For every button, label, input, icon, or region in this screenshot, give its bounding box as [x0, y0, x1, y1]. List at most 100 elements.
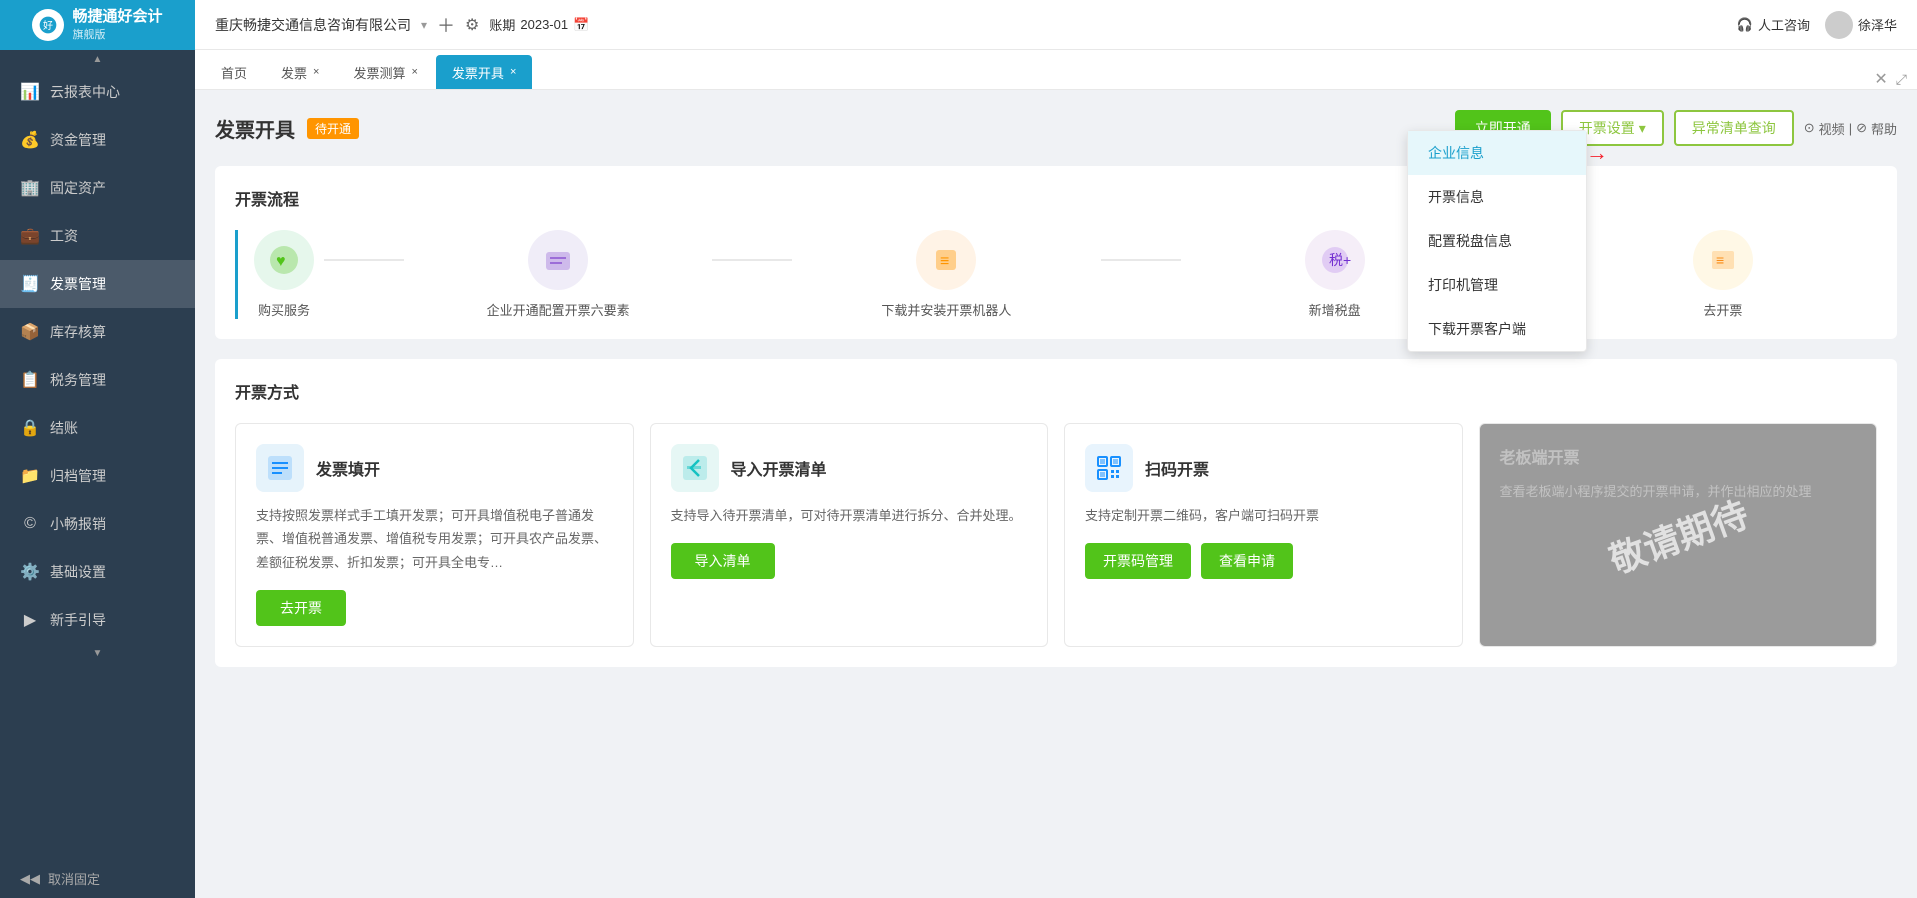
flow-label-3: 新增税盘	[1309, 300, 1361, 319]
header-right: 🎧 人工咨询 徐泽华	[1737, 11, 1917, 39]
period-label: 账期 2023-01 📅	[489, 15, 589, 34]
sidebar-item-xinshouyindao[interactable]: ▶ 新手引导	[0, 596, 195, 644]
sidebar-unpin-button[interactable]: ◀◀ 取消固定	[0, 859, 195, 898]
methods-section: 开票方式 发票填开 支持按照发票样式手工填开发票；可开具增值税电子普通发票、增值…	[215, 359, 1897, 667]
sidebar-item-zijin[interactable]: 💰 资金管理	[0, 116, 195, 164]
method-header-import: 导入开票清单	[671, 444, 1028, 492]
chevron-down-icon: ▾	[1639, 120, 1646, 137]
methods-section-title: 开票方式	[235, 379, 1877, 403]
sidebar-item-jichushezhi[interactable]: ⚙️ 基础设置	[0, 548, 195, 596]
tab-fapiao[interactable]: 发票 ×	[265, 55, 335, 89]
tab-fapiaokaiju[interactable]: 发票开具 ×	[436, 55, 532, 89]
question-mark-icon: ⊘	[1856, 120, 1867, 136]
sidebar-scroll-down[interactable]: ▼	[0, 644, 195, 662]
flow-label-0: 购买服务	[258, 300, 310, 319]
page-title-bar: 发票开具 待开通 立即开通 开票设置 ▾ 异常清单查询 ⊙ 视频 | ⊘	[215, 110, 1897, 146]
import-button[interactable]: 导入清单	[671, 543, 775, 579]
fillout-title: 发票填开	[316, 456, 380, 480]
play-circle-icon[interactable]: ⊙	[1804, 120, 1815, 136]
dropdown-item-company[interactable]: 企业信息 →	[1408, 131, 1586, 175]
flow-label-2: 下载并安装开票机器人	[881, 300, 1011, 319]
method-card-qr: 扫码开票 支持定制开票二维码，客户端可扫码开票 开票码管理 查看申请	[1064, 423, 1463, 647]
consult-label: 人工咨询	[1758, 15, 1810, 34]
settings-gear-icon[interactable]: ⚙	[465, 15, 479, 35]
sidebar-label-jiezhang: 结账	[50, 418, 78, 438]
add-button[interactable]: ＋	[437, 12, 455, 38]
calendar-icon[interactable]: 📅	[573, 17, 589, 33]
unpin-label: 取消固定	[48, 869, 100, 888]
sidebar-label-guidang: 归档管理	[50, 466, 106, 486]
dropdown-item-invoice-info[interactable]: 开票信息	[1408, 175, 1586, 219]
zijin-icon: 💰	[20, 130, 40, 150]
method-header-boss: 老板端开票	[1500, 444, 1857, 468]
tabs-expand-button[interactable]: ⤢	[1896, 71, 1907, 88]
fapiao-icon: 🧾	[20, 274, 40, 294]
tab-fapiaocesuan[interactable]: 发票测算 ×	[337, 55, 433, 89]
video-label[interactable]: 视频	[1819, 119, 1845, 138]
flow-divider-2	[1101, 259, 1181, 261]
sidebar-label-gongzi: 工资	[50, 226, 78, 246]
settings-dropdown-menu: 企业信息 → 开票信息 配置税盘信息 打印机管理 下载开票客户端	[1407, 130, 1587, 352]
consult-button[interactable]: 🎧 人工咨询	[1737, 15, 1810, 34]
flow-step-4: ≡ 去开票	[1569, 230, 1877, 319]
flow-icon-0: ♥	[254, 230, 314, 290]
user-avatar	[1825, 11, 1853, 39]
sidebar-item-fapiao[interactable]: 🧾 发票管理	[0, 260, 195, 308]
help-label[interactable]: 帮助	[1871, 119, 1897, 138]
qr-manage-button[interactable]: 开票码管理	[1085, 543, 1191, 579]
sidebar-item-gongzi[interactable]: 💼 工资	[0, 212, 195, 260]
sidebar-item-shuiwu[interactable]: 📋 税务管理	[0, 356, 195, 404]
tab-fapiao-close[interactable]: ×	[313, 66, 319, 78]
top-header: 好 畅捷通好会计 旗舰版 重庆畅捷交通信息咨询有限公司 ▾ ＋ ⚙ 账期 202…	[0, 0, 1917, 50]
flow-icon-2: ≡	[916, 230, 976, 290]
dropdown-item-download[interactable]: 下载开票客户端	[1408, 307, 1586, 351]
sidebar: ▲ 📊 云报表中心 💰 资金管理 🏢 固定资产 💼 工资 🧾 发票管理 📦 库存…	[0, 50, 195, 898]
sidebar-item-guidang[interactable]: 📁 归档管理	[0, 452, 195, 500]
qr-footer: 开票码管理 查看申请	[1085, 543, 1442, 579]
tab-fapiaokaiju-close[interactable]: ×	[510, 66, 516, 78]
sidebar-scroll-up[interactable]: ▲	[0, 50, 195, 68]
flow-divider-1	[712, 259, 792, 261]
tab-home[interactable]: 首页	[205, 55, 263, 89]
company-dropdown-icon[interactable]: ▾	[421, 18, 427, 32]
logo-main-text: 畅捷通好会计	[72, 8, 162, 26]
page-title-left: 发票开具 待开通	[215, 114, 359, 143]
tabs-close-all-button[interactable]: ✕	[1874, 69, 1887, 89]
abnormal-list-button[interactable]: 异常清单查询	[1674, 110, 1794, 146]
tab-fapiaocesuan-close[interactable]: ×	[411, 66, 417, 78]
flow-step-2: ≡ 下载并安装开票机器人	[792, 230, 1100, 319]
logo-area: 好 畅捷通好会计 旗舰版	[0, 0, 195, 50]
sidebar-label-fapiao: 发票管理	[50, 274, 106, 294]
import-desc: 支持导入待开票清单，可对待开票清单进行拆分、合并处理。	[671, 504, 1028, 527]
xinshouyindao-icon: ▶	[20, 610, 40, 630]
method-card-import: 导入开票清单 支持导入待开票清单，可对待开票清单进行拆分、合并处理。 导入清单	[650, 423, 1049, 647]
dropdown-item-printer[interactable]: 打印机管理	[1408, 263, 1586, 307]
sidebar-item-kucun[interactable]: 📦 库存核算	[0, 308, 195, 356]
flow-icon-4: ≡	[1693, 230, 1753, 290]
user-menu[interactable]: 徐泽华	[1825, 11, 1897, 39]
sidebar-label-zijin: 资金管理	[50, 130, 106, 150]
yunbaobiao-icon: 📊	[20, 82, 40, 102]
svg-text:♥: ♥	[276, 253, 286, 270]
sidebar-item-jiezhang[interactable]: 🔒 结账	[0, 404, 195, 452]
period-label-text: 账期	[489, 15, 515, 34]
logo-icon: 好	[32, 9, 64, 41]
jichushezhi-icon: ⚙️	[20, 562, 40, 582]
sidebar-item-xiaochang[interactable]: © 小畅报销	[0, 500, 195, 548]
video-help-area: ⊙ 视频 | ⊘ 帮助	[1804, 119, 1897, 138]
view-apply-button[interactable]: 查看申请	[1201, 543, 1293, 579]
tabs-actions: ✕ ⤢	[1874, 69, 1907, 89]
red-arrow-icon: →	[1586, 140, 1608, 166]
dropdown-label-company: 企业信息	[1428, 145, 1484, 161]
sidebar-item-yunbaobiao[interactable]: 📊 云报表中心	[0, 68, 195, 116]
qr-desc: 支持定制开票二维码，客户端可扫码开票	[1085, 504, 1442, 527]
sidebar-item-gudingzichan[interactable]: 🏢 固定资产	[0, 164, 195, 212]
page-title: 发票开具	[215, 114, 295, 143]
jiezhang-icon: 🔒	[20, 418, 40, 438]
kucun-icon: 📦	[20, 322, 40, 342]
dropdown-item-taxdisk[interactable]: 配置税盘信息	[1408, 219, 1586, 263]
main-layout: ▲ 📊 云报表中心 💰 资金管理 🏢 固定资产 💼 工资 🧾 发票管理 📦 库存…	[0, 50, 1917, 898]
sidebar-label-kucun: 库存核算	[50, 322, 106, 342]
sidebar-label-jichushezhi: 基础设置	[50, 562, 106, 582]
fillout-go-button[interactable]: 去开票	[256, 590, 346, 626]
